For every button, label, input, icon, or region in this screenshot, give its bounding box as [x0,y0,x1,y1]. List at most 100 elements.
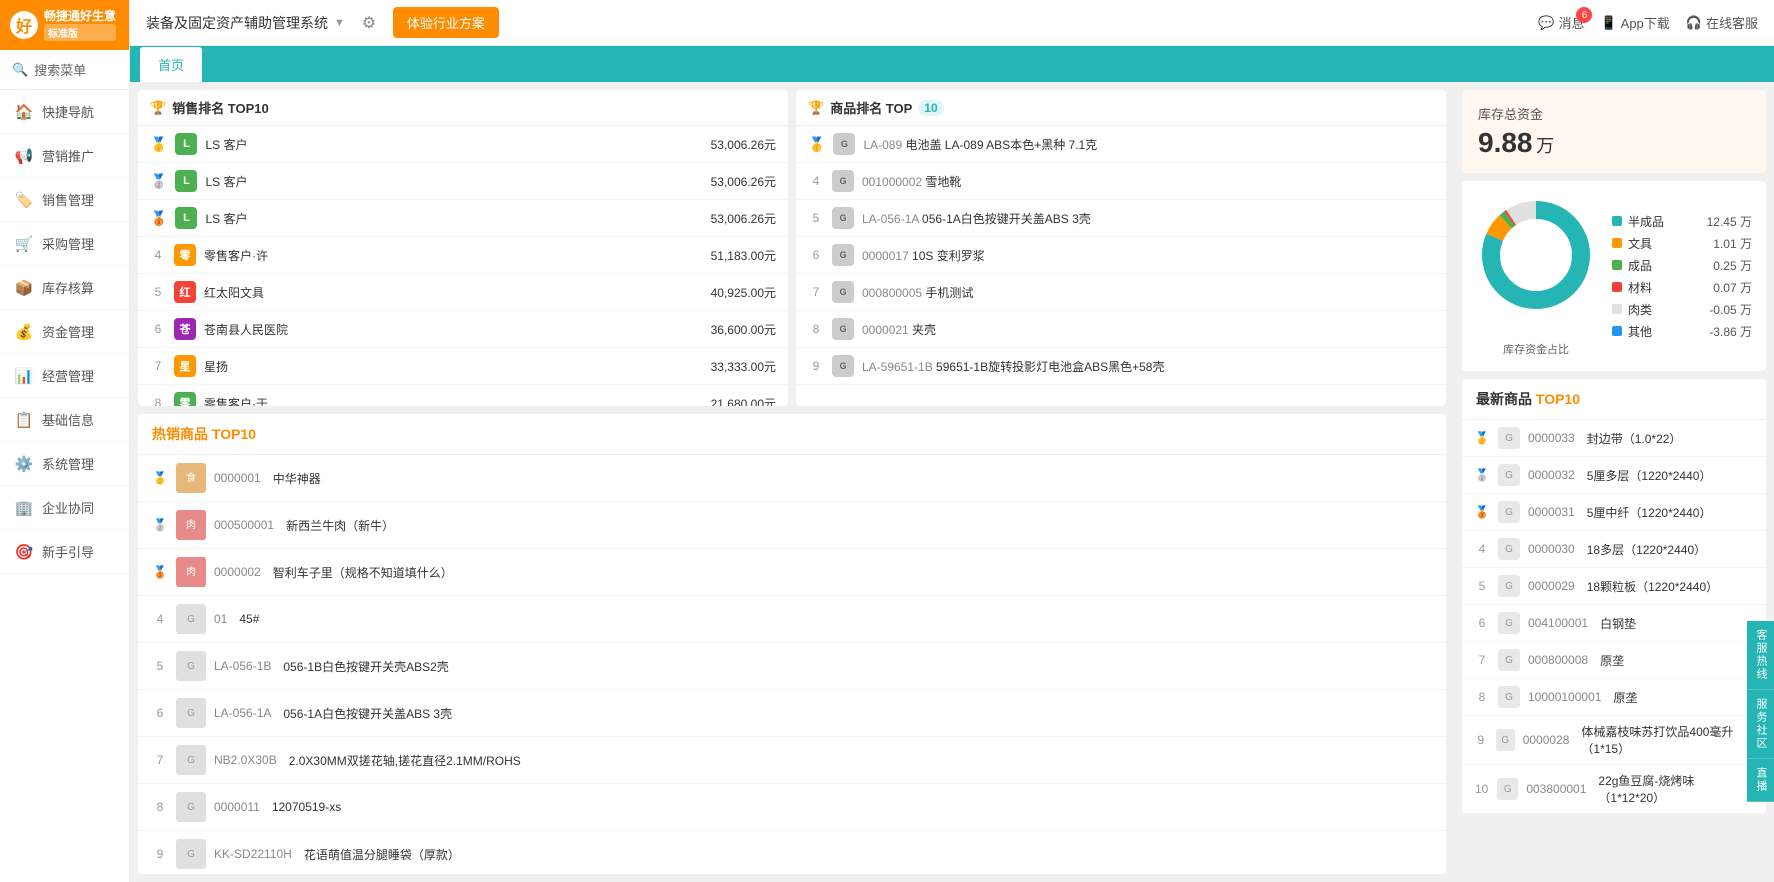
rank-number: 5 [808,211,824,225]
logo-name: 畅捷通好生意 [44,9,116,25]
customer-amount: 40,925.00元 [711,284,776,301]
product-icon: G [176,792,206,822]
avatar: L [175,207,197,229]
inventory-chart-panel: 库存资金占比 半成品 12.45 万 文具 1.01 万 [1462,181,1766,371]
float-service-button[interactable]: 客服热线 [1747,621,1774,690]
message-button[interactable]: 💬 消息 6 [1538,13,1584,32]
avatar: 红 [174,281,196,303]
list-item: 7 G 000800008 原垄 [1462,642,1766,679]
sidebar-item-label: 快捷导航 [42,102,94,121]
svg-text:肉: 肉 [186,565,196,578]
list-item: 4 G 0000030 18多层（1220*2440） [1462,531,1766,568]
customer-name: 红太阳文具 [204,284,703,301]
sidebar-item-sales[interactable]: 🏷️ 销售管理 [0,178,129,222]
tab-home[interactable]: 首页 [140,47,202,82]
medal-silver-icon: 🥈 [152,518,168,532]
table-row: 🥉 L LS 客户 53,006.26元 [138,200,788,237]
sidebar-item-purchase[interactable]: 🛒 采购管理 [0,222,129,266]
product-name: 智利车子里（规格不知道填什么） [273,564,453,581]
sidebar-item-guide[interactable]: 🎯 新手引导 [0,530,129,574]
product-name: 原垄 [1600,652,1624,669]
hot-top-label: TOP10 [212,426,256,442]
system-icon: ⚙️ [14,455,34,473]
sidebar-item-label: 系统管理 [42,454,94,473]
product-code: 0000031 [1528,505,1575,519]
customer-amount: 53,006.26元 [711,173,776,190]
legend-value: 0.25 万 [1713,257,1752,274]
table-row: 6 苍 苍南县人民医院 36,600.00元 [138,311,788,348]
list-item: 6 G 004100001 白钢垫 [1462,605,1766,642]
product-code: LA-056-1B [214,659,271,673]
product-icon: G [176,604,206,634]
product-icon: G [832,318,854,340]
float-community-button[interactable]: 服务社区 [1747,690,1774,759]
legend-item-semifinished: 半成品 12.45 万 [1612,213,1752,230]
product-code: NB2.0X30B [214,753,277,767]
rank-number: 8 [152,800,168,814]
product-name: 新西兰牛肉（新牛） [286,517,394,534]
sidebar-item-operations[interactable]: 📊 经营管理 [0,354,129,398]
hot-label: 热销商品 [152,426,212,442]
legend-item-other: 其他 -3.86 万 [1612,323,1752,340]
app-download-button[interactable]: 📱 App下载 [1600,13,1669,32]
sidebar-item-inventory[interactable]: 📦 库存核算 [0,266,129,310]
sidebar-item-label: 营销推广 [42,146,94,165]
product-info: LA-59651-1B 59651-1B旋转投影灯电池盒ABS黑色+58壳 [862,358,1434,375]
direct-label: 直播 [1755,767,1767,793]
legend-item-material: 材料 0.07 万 [1612,279,1752,296]
legend-value: 12.45 万 [1707,213,1752,230]
newest-top-label: TOP10 [1536,391,1580,407]
customer-amount: 21,680.00元 [711,395,776,407]
legend-label: 材料 [1628,279,1707,296]
product-icon: G [1498,501,1520,523]
topbar-left: 装备及固定资产辅助管理系统 ▼ ⚙ 体验行业方案 [146,7,499,38]
product-icon: G [832,281,854,303]
legend-label: 半成品 [1628,213,1701,230]
service-button[interactable]: 🎧 在线客服 [1686,13,1758,32]
service-hotline-label: 客服热线 [1755,629,1767,681]
settings-button[interactable]: ⚙ [355,9,383,37]
sidebar-logo: 好 畅捷通好生意 标准版 [0,0,129,50]
medal-silver-icon: 🥈 [150,173,167,190]
app-label: App下载 [1621,13,1670,32]
product-code: 10000100001 [1528,690,1601,704]
legend-dot [1612,260,1622,270]
list-item: 5 G 0000029 18颗粒板（1220*2440） [1462,568,1766,605]
svg-text:肉: 肉 [186,518,196,531]
finance-icon: 💰 [14,323,34,341]
sidebar-item-cooperation[interactable]: 🏢 企业协同 [0,486,129,530]
donut-chart [1476,195,1596,315]
product-name: 中华神器 [273,470,321,487]
sidebar-item-system[interactable]: ⚙️ 系统管理 [0,442,129,486]
top-panels: 🏆 销售排名 TOP10 🥇 L LS 客户 53,006.26元 [138,90,1446,406]
rank-number: 6 [808,248,824,262]
customer-name: LS 客户 [205,210,702,227]
float-direct-button[interactable]: 直播 [1747,759,1774,802]
list-item: 8 G 0000011 12070519-xs [138,784,1446,831]
service-label: 在线客服 [1706,13,1758,32]
sidebar-item-label: 企业协同 [42,498,94,517]
trial-button[interactable]: 体验行业方案 [393,7,499,38]
product-name: 白钢垫 [1600,615,1636,632]
product-info: 001000002 雪地靴 [862,173,1434,190]
product-icon: G [833,133,855,155]
customer-amount: 51,183.00元 [711,247,776,264]
legend-dot [1612,326,1622,336]
cooperation-icon: 🏢 [14,499,34,517]
sidebar-item-base-info[interactable]: 📋 基础信息 [0,398,129,442]
sidebar-search[interactable]: 🔍 搜索菜单 [0,50,129,90]
sidebar-item-quick-nav[interactable]: 🏠 快捷导航 [0,90,129,134]
svg-text:G: G [187,849,195,860]
sidebar-item-finance[interactable]: 💰 资金管理 [0,310,129,354]
product-code: 0000030 [1528,542,1575,556]
system-selector[interactable]: 装备及固定资产辅助管理系统 ▼ [146,13,345,33]
rank-number: 7 [150,359,166,373]
list-item: 7 G NB2.0X30B 2.0X30MM双搓花轴,搓花直径2.1MM/ROH… [138,737,1446,784]
svg-text:G: G [187,755,195,766]
legend-label: 肉类 [1628,301,1703,318]
trophy-icon: 🏆 [808,100,824,116]
product-code: 000800008 [1528,653,1588,667]
table-row: 7 星 星扬 33,333.00元 [138,348,788,385]
sidebar-item-marketing[interactable]: 📢 营销推广 [0,134,129,178]
customer-name: LS 客户 [205,136,702,153]
